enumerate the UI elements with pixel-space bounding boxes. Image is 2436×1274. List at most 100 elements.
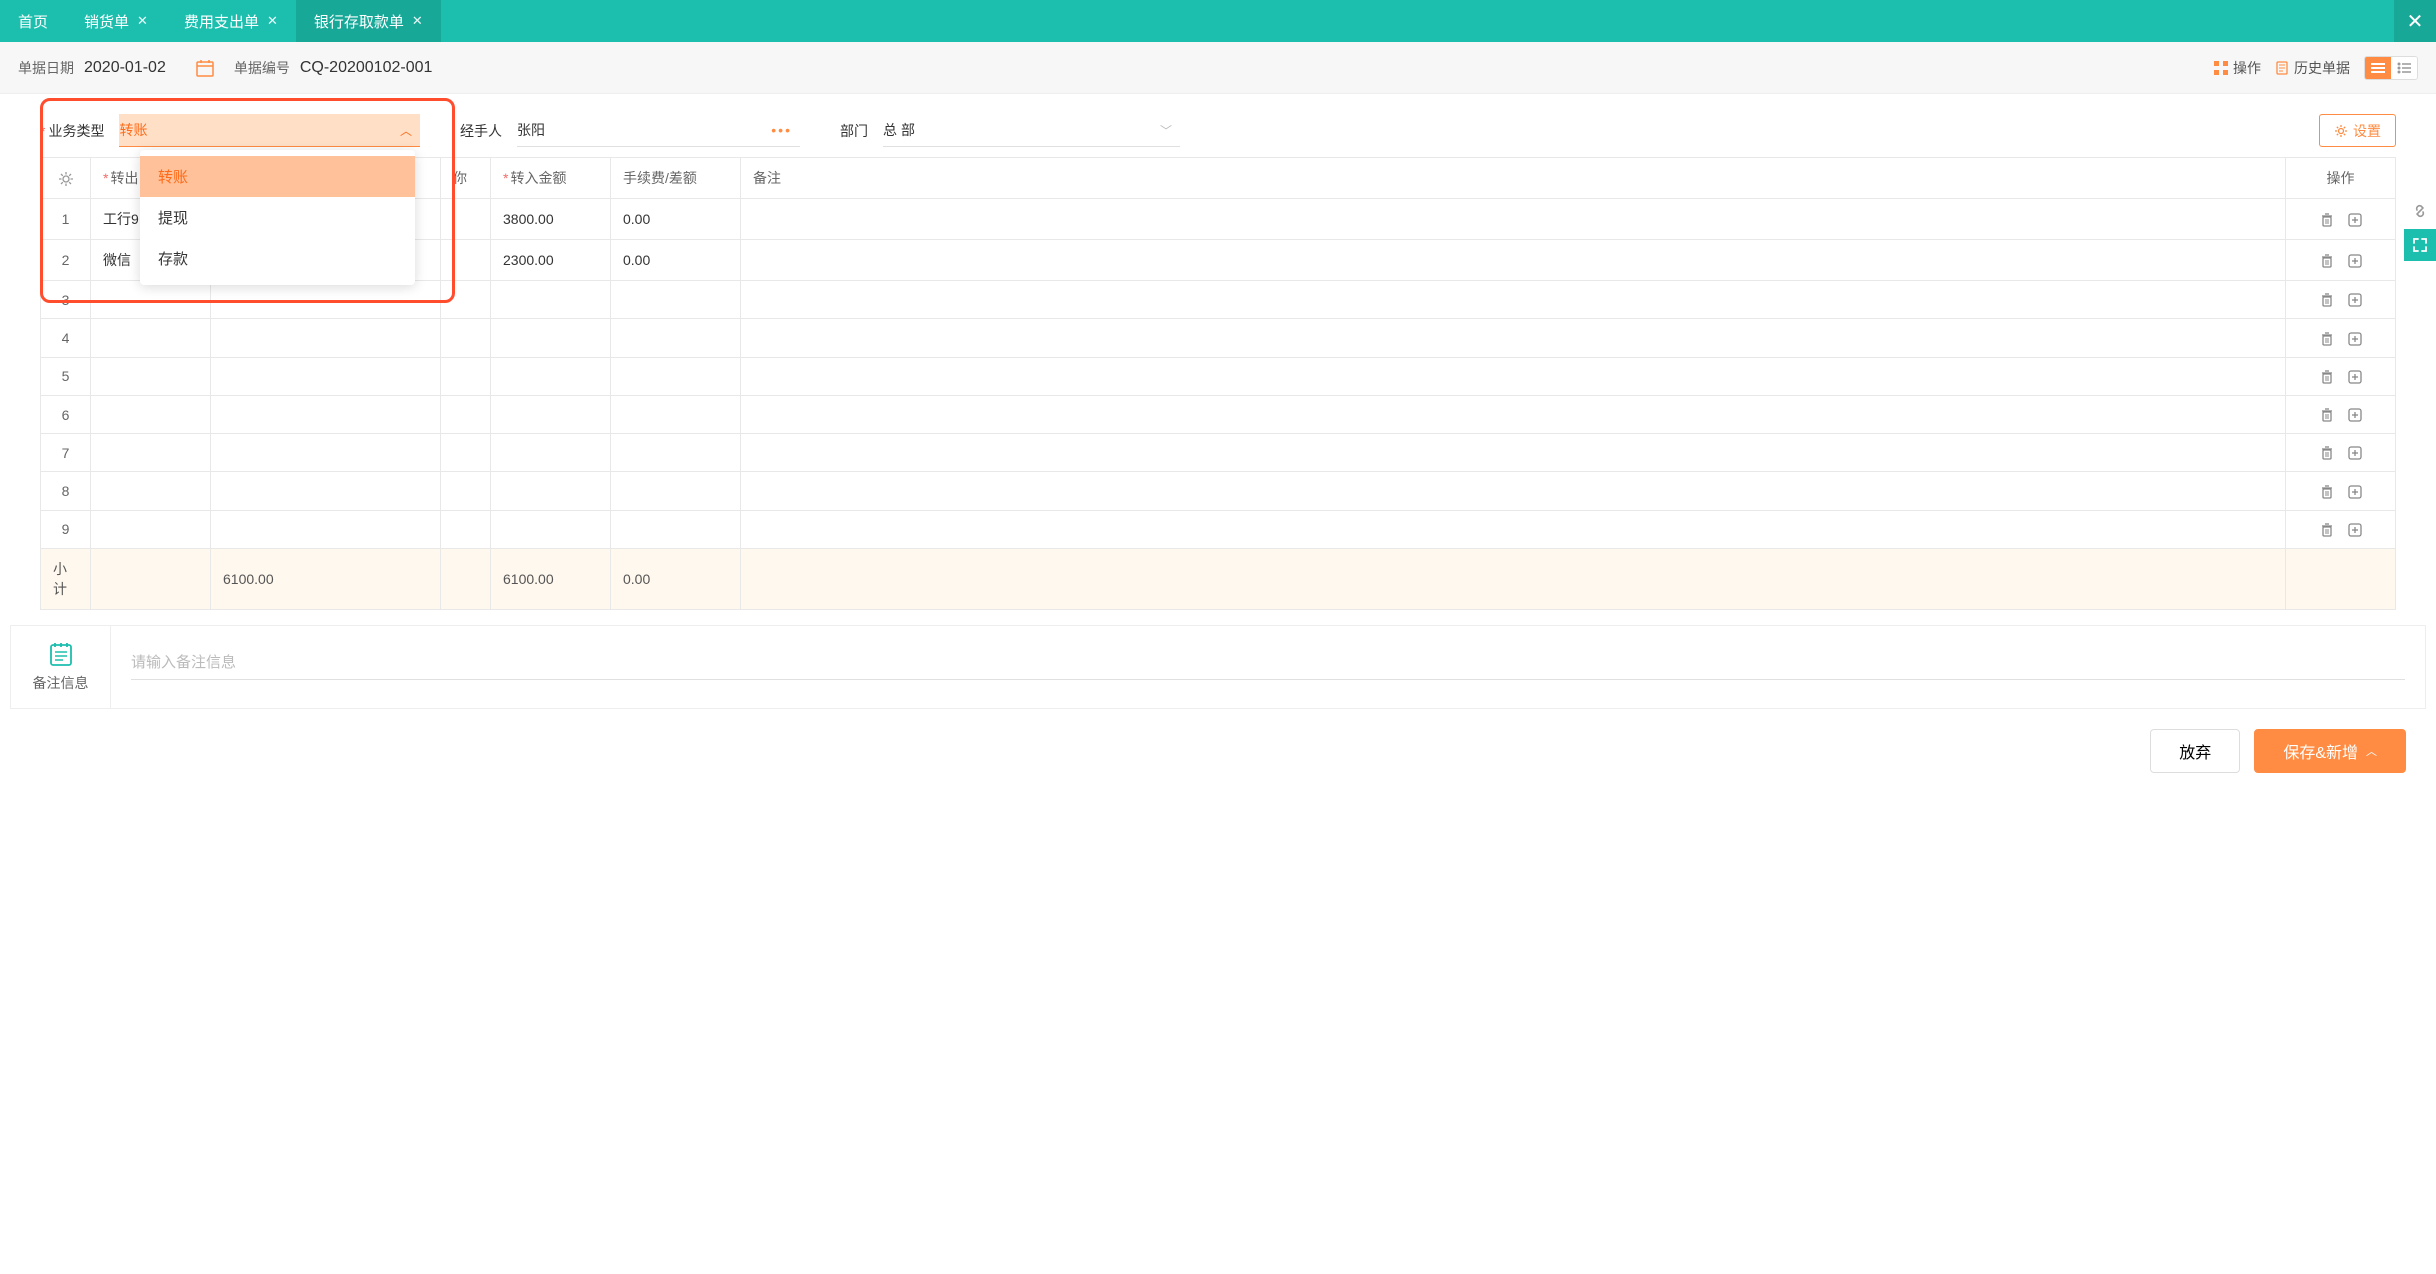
history-button[interactable]: 历史单据 — [2275, 58, 2350, 78]
remark-input[interactable] — [131, 646, 2405, 680]
cell-remark[interactable] — [741, 357, 2286, 395]
cell-out-amount[interactable] — [211, 510, 441, 548]
delete-row-button[interactable] — [2313, 291, 2341, 307]
cell-fee[interactable] — [611, 472, 741, 510]
delete-row-button[interactable] — [2313, 482, 2341, 498]
cell-in-amount[interactable] — [491, 319, 611, 357]
delete-row-button[interactable] — [2313, 251, 2341, 267]
cell-remark[interactable] — [741, 319, 2286, 357]
cell-remark[interactable] — [741, 199, 2286, 240]
settings-button[interactable]: 设置 — [2319, 114, 2396, 147]
discard-button[interactable]: 放弃 — [2150, 729, 2240, 773]
handler-select[interactable]: 张阳 ••• — [517, 114, 800, 147]
cell-out-account[interactable] — [91, 395, 211, 433]
cell-partial[interactable] — [441, 472, 491, 510]
cell-fee[interactable]: 0.00 — [611, 199, 741, 240]
table-row[interactable]: 6 — [41, 395, 2396, 433]
cell-partial[interactable] — [441, 199, 491, 240]
add-row-button[interactable] — [2341, 210, 2369, 226]
cell-in-amount[interactable] — [491, 357, 611, 395]
cell-out-account[interactable] — [91, 281, 211, 319]
cell-in-amount[interactable]: 2300.00 — [491, 240, 611, 281]
add-row-button[interactable] — [2341, 251, 2369, 267]
cell-out-amount[interactable] — [211, 281, 441, 319]
tab-bank-deposit[interactable]: 银行存取款单✕ — [296, 0, 441, 42]
cell-partial[interactable] — [441, 395, 491, 433]
dropdown-option-deposit[interactable]: 存款 — [140, 238, 415, 279]
cell-fee[interactable] — [611, 510, 741, 548]
close-panel-button[interactable]: ✕ — [2394, 0, 2436, 42]
tab-home[interactable]: 首页 — [0, 0, 66, 42]
expand-button[interactable] — [2404, 229, 2436, 261]
dept-select[interactable]: 总部 ﹀ — [883, 114, 1180, 147]
add-row-button[interactable] — [2341, 482, 2369, 498]
cell-out-amount[interactable] — [211, 395, 441, 433]
cell-fee[interactable] — [611, 434, 741, 472]
tab-sales[interactable]: 销货单✕ — [66, 0, 166, 42]
add-row-button[interactable] — [2341, 521, 2369, 537]
delete-row-button[interactable] — [2313, 329, 2341, 345]
cell-fee[interactable]: 0.00 — [611, 240, 741, 281]
cell-remark[interactable] — [741, 434, 2286, 472]
delete-row-button[interactable] — [2313, 406, 2341, 422]
biz-type-select[interactable]: 转账 ︿ — [119, 114, 420, 147]
save-new-button[interactable]: 保存&新增 ︿ — [2254, 729, 2406, 773]
add-row-button[interactable] — [2341, 291, 2369, 307]
calendar-icon[interactable] — [196, 59, 214, 77]
cell-remark[interactable] — [741, 472, 2286, 510]
gear-col-header[interactable] — [41, 158, 91, 199]
cell-remark[interactable] — [741, 510, 2286, 548]
cell-remark[interactable] — [741, 395, 2286, 433]
dropdown-option-withdraw[interactable]: 提现 — [140, 197, 415, 238]
cell-fee[interactable] — [611, 281, 741, 319]
close-icon[interactable]: ✕ — [412, 13, 423, 29]
table-row[interactable]: 3 — [41, 281, 2396, 319]
tab-expense[interactable]: 费用支出单✕ — [166, 0, 296, 42]
table-row[interactable]: 5 — [41, 357, 2396, 395]
cell-in-amount[interactable] — [491, 281, 611, 319]
close-icon[interactable]: ✕ — [267, 13, 278, 29]
cell-remark[interactable] — [741, 281, 2286, 319]
date-value[interactable]: 2020-01-02 — [84, 59, 166, 77]
operations-button[interactable]: 操作 — [2214, 58, 2261, 78]
delete-row-button[interactable] — [2313, 444, 2341, 460]
cell-fee[interactable] — [611, 357, 741, 395]
table-row[interactable]: 4 — [41, 319, 2396, 357]
view-compact-button[interactable] — [2391, 57, 2417, 79]
cell-out-amount[interactable] — [211, 319, 441, 357]
cell-out-account[interactable] — [91, 510, 211, 548]
table-row[interactable]: 9 — [41, 510, 2396, 548]
cell-partial[interactable] — [441, 357, 491, 395]
cell-remark[interactable] — [741, 240, 2286, 281]
cell-in-amount[interactable] — [491, 472, 611, 510]
add-row-button[interactable] — [2341, 444, 2369, 460]
cell-out-amount[interactable] — [211, 357, 441, 395]
cell-partial[interactable] — [441, 319, 491, 357]
add-row-button[interactable] — [2341, 406, 2369, 422]
close-icon[interactable]: ✕ — [137, 13, 148, 29]
cell-out-account[interactable] — [91, 472, 211, 510]
cell-in-amount[interactable] — [491, 434, 611, 472]
view-list-button[interactable] — [2365, 57, 2391, 79]
cell-partial[interactable] — [441, 510, 491, 548]
add-row-button[interactable] — [2341, 368, 2369, 384]
cell-partial[interactable] — [441, 240, 491, 281]
cell-out-account[interactable] — [91, 357, 211, 395]
cell-partial[interactable] — [441, 434, 491, 472]
delete-row-button[interactable] — [2313, 210, 2341, 226]
cell-out-account[interactable] — [91, 434, 211, 472]
cell-partial[interactable] — [441, 281, 491, 319]
delete-row-button[interactable] — [2313, 368, 2341, 384]
dropdown-option-transfer[interactable]: 转账 — [140, 156, 415, 197]
cell-out-amount[interactable] — [211, 434, 441, 472]
cell-in-amount[interactable] — [491, 510, 611, 548]
table-row[interactable]: 7 — [41, 434, 2396, 472]
cell-out-amount[interactable] — [211, 472, 441, 510]
table-row[interactable]: 8 — [41, 472, 2396, 510]
cell-fee[interactable] — [611, 395, 741, 433]
cell-in-amount[interactable] — [491, 395, 611, 433]
add-row-button[interactable] — [2341, 329, 2369, 345]
cell-fee[interactable] — [611, 319, 741, 357]
cell-in-amount[interactable]: 3800.00 — [491, 199, 611, 240]
cell-out-account[interactable] — [91, 319, 211, 357]
